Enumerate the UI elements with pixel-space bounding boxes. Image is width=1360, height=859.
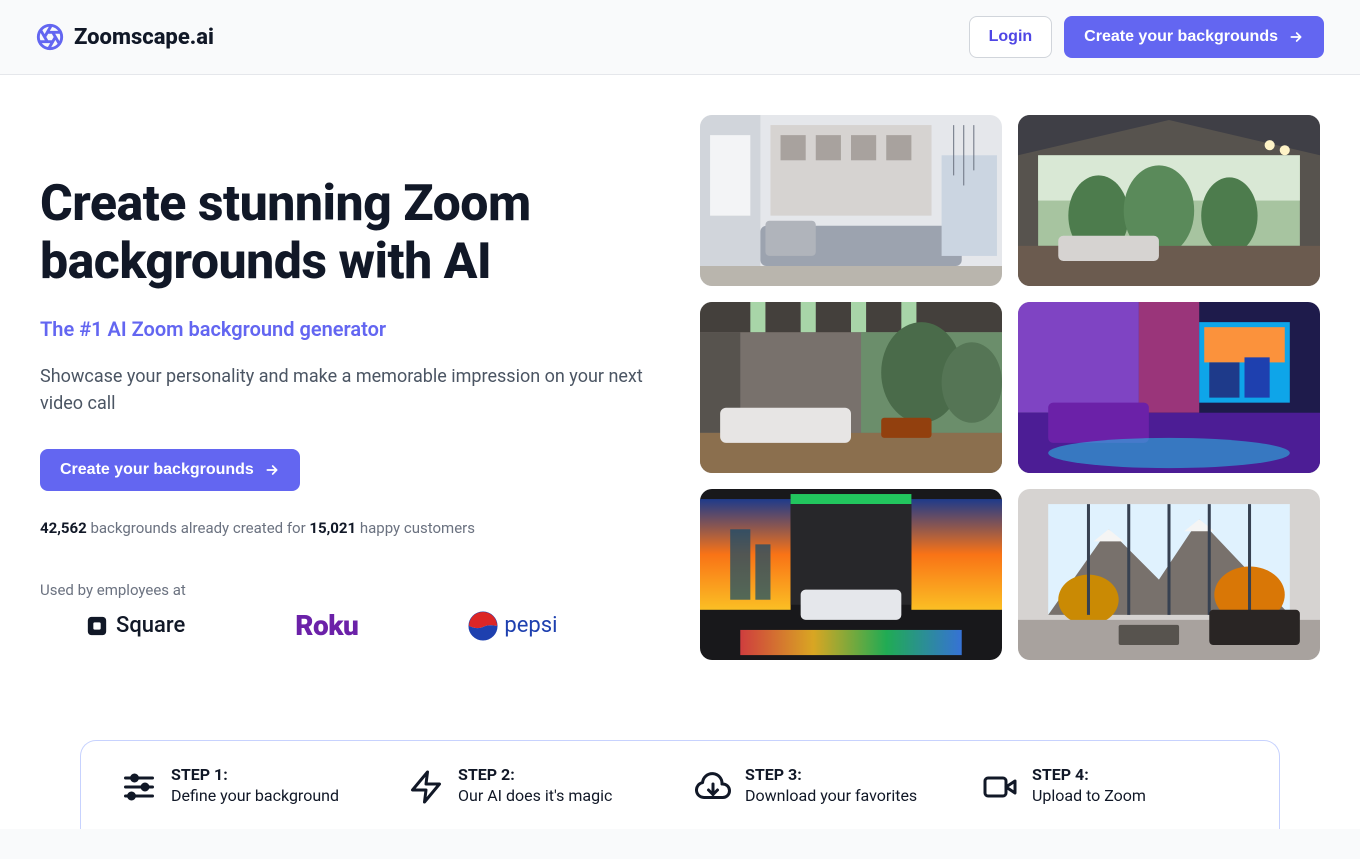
steps-section: STEP 1: Define your background STEP 2: O… bbox=[80, 740, 1280, 829]
roku-logo: Roku bbox=[295, 609, 358, 642]
stats-text: 42,562 backgrounds already created for 1… bbox=[40, 519, 660, 537]
sample-bg-forest-cabin bbox=[1018, 115, 1320, 286]
arrow-right-icon bbox=[264, 462, 280, 478]
used-by-label: Used by employees at bbox=[40, 581, 660, 599]
login-button[interactable]: Login bbox=[969, 16, 1053, 58]
sample-backgrounds-grid bbox=[700, 115, 1320, 660]
hero-subtitle: The #1 AI Zoom background generator bbox=[40, 317, 660, 341]
brand-name: Zoomscape.ai bbox=[74, 25, 214, 50]
main-content: Create stunning Zoom backgrounds with AI… bbox=[0, 75, 1360, 829]
header: Zoomscape.ai Login Create your backgroun… bbox=[0, 0, 1360, 75]
step-desc: Our AI does it's magic bbox=[458, 786, 612, 805]
step-desc: Download your favorites bbox=[745, 786, 917, 805]
stats-customer-count: 15,021 bbox=[309, 519, 356, 537]
sample-bg-modern-living bbox=[700, 115, 1002, 286]
cta-label: Create your backgrounds bbox=[1084, 28, 1278, 46]
sliders-icon bbox=[121, 769, 157, 805]
header-actions: Login Create your backgrounds bbox=[969, 16, 1324, 58]
step-4: STEP 4: Upload to Zoom bbox=[982, 765, 1239, 805]
step-desc: Define your background bbox=[171, 786, 339, 805]
step-2: STEP 2: Our AI does it's magic bbox=[408, 765, 665, 805]
stats-bg-count: 42,562 bbox=[40, 519, 87, 537]
aperture-icon bbox=[36, 23, 64, 51]
square-icon bbox=[86, 615, 108, 637]
hero-section: Create stunning Zoom backgrounds with AI… bbox=[40, 115, 1320, 660]
sample-bg-mountain-view bbox=[1018, 489, 1320, 660]
step-title: STEP 4: bbox=[1032, 765, 1146, 784]
cta-label: Create your backgrounds bbox=[60, 461, 254, 479]
sample-bg-neon-bedroom bbox=[1018, 302, 1320, 473]
cloud-download-icon bbox=[695, 769, 731, 805]
pepsi-icon bbox=[468, 611, 498, 641]
lightning-icon bbox=[408, 769, 444, 805]
step-3: STEP 3: Download your favorites bbox=[695, 765, 952, 805]
sample-bg-rgb-penthouse bbox=[700, 489, 1002, 660]
square-logo: Square bbox=[86, 613, 185, 638]
step-title: STEP 3: bbox=[745, 765, 917, 784]
brand-logo[interactable]: Zoomscape.ai bbox=[36, 23, 214, 51]
hero-title: Create stunning Zoom backgrounds with AI bbox=[40, 175, 660, 291]
step-title: STEP 1: bbox=[171, 765, 339, 784]
used-by-section: Used by employees at Square Roku pepsi bbox=[40, 581, 660, 642]
company-logos: Square Roku pepsi bbox=[40, 607, 660, 642]
pepsi-logo: pepsi bbox=[468, 611, 557, 641]
hero-description: Showcase your personality and make a mem… bbox=[40, 363, 660, 417]
video-icon bbox=[982, 769, 1018, 805]
step-1: STEP 1: Define your background bbox=[121, 765, 378, 805]
create-backgrounds-button-hero[interactable]: Create your backgrounds bbox=[40, 449, 300, 491]
create-backgrounds-button-header[interactable]: Create your backgrounds bbox=[1064, 16, 1324, 58]
sample-bg-tropical-loft bbox=[700, 302, 1002, 473]
step-title: STEP 2: bbox=[458, 765, 612, 784]
step-desc: Upload to Zoom bbox=[1032, 786, 1146, 805]
hero-copy: Create stunning Zoom backgrounds with AI… bbox=[40, 115, 660, 660]
arrow-right-icon bbox=[1288, 29, 1304, 45]
